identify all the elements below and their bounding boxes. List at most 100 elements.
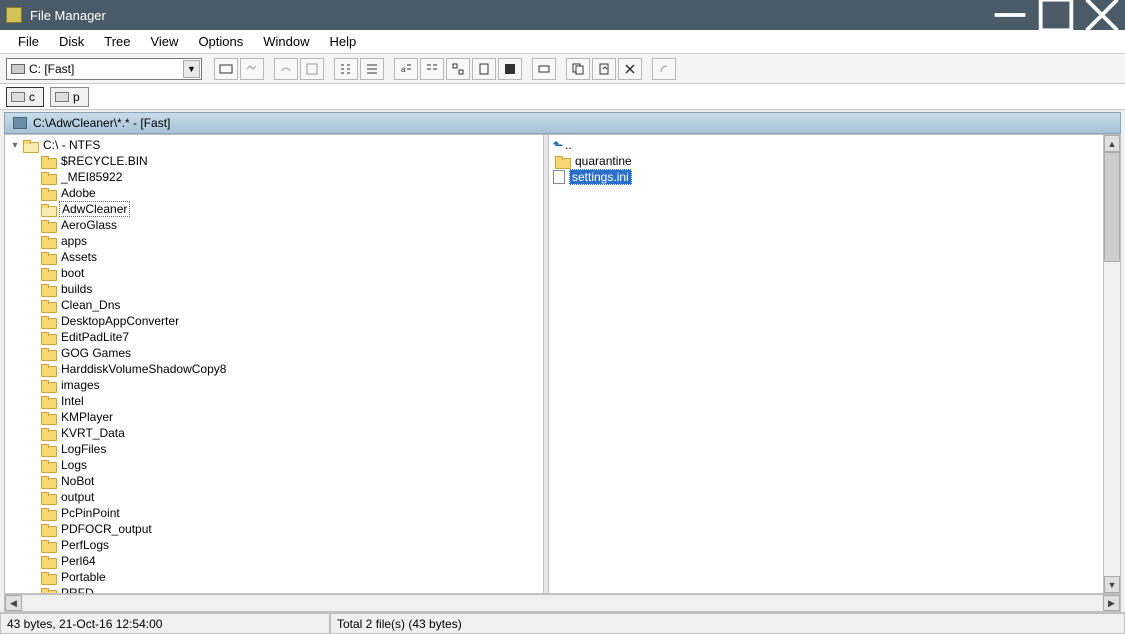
vertical-scrollbar[interactable]: ▲ ▼ <box>1103 135 1120 593</box>
tree-item[interactable]: GOG Games <box>5 345 543 361</box>
menu-disk[interactable]: Disk <box>49 32 94 51</box>
tree-item[interactable]: boot <box>5 265 543 281</box>
toolbar-btn-7[interactable]: a <box>394 58 418 80</box>
tree-item[interactable]: Portable <box>5 569 543 585</box>
drive-tab-p[interactable]: p <box>50 87 89 107</box>
updir-icon: ⬑ <box>553 138 563 152</box>
menu-view[interactable]: View <box>140 32 188 51</box>
drive-tab-c[interactable]: c <box>6 87 44 107</box>
folder-icon <box>41 492 55 503</box>
tree-item[interactable]: KVRT_Data <box>5 425 543 441</box>
folder-icon <box>41 252 55 263</box>
maximize-button[interactable] <box>1033 0 1079 30</box>
toolbar-btn-1[interactable] <box>214 58 238 80</box>
scroll-up-icon[interactable]: ▲ <box>1104 135 1120 152</box>
close-button[interactable] <box>1079 0 1125 30</box>
menu-tree[interactable]: Tree <box>94 32 140 51</box>
tree-item[interactable]: LogFiles <box>5 441 543 457</box>
tree-item[interactable]: output <box>5 489 543 505</box>
menu-window[interactable]: Window <box>253 32 319 51</box>
tree-item[interactable]: apps <box>5 233 543 249</box>
toolbar-btn-8[interactable] <box>420 58 444 80</box>
toolbar: C: [Fast] ▼ a <box>0 54 1125 84</box>
tree-item[interactable]: Intel <box>5 393 543 409</box>
toolbar-btn-3[interactable] <box>274 58 298 80</box>
tree-item[interactable]: Perl64 <box>5 553 543 569</box>
toolbar-btn-11[interactable] <box>498 58 522 80</box>
list-item-label: settings.ini <box>569 169 632 185</box>
tree-item[interactable]: KMPlayer <box>5 409 543 425</box>
tree-item-label: Intel <box>59 394 86 408</box>
toolbar-btn-10[interactable] <box>472 58 496 80</box>
tree-item-label: DesktopAppConverter <box>59 314 181 328</box>
toolbar-btn-9[interactable] <box>446 58 470 80</box>
folder-icon <box>41 588 55 594</box>
tree-pane[interactable]: ▾C:\ - NTFS$RECYCLE.BIN_MEI85922AdobeAdw… <box>5 135 543 593</box>
menu-file[interactable]: File <box>8 32 49 51</box>
toolbar-btn-4[interactable] <box>300 58 324 80</box>
toolbar-btn-5[interactable] <box>334 58 358 80</box>
tree-item[interactable]: AeroGlass <box>5 217 543 233</box>
tree-item[interactable]: Adobe <box>5 185 543 201</box>
tree-item-label: builds <box>59 282 94 296</box>
window-title: File Manager <box>30 8 987 23</box>
toolbar-delete-button[interactable] <box>618 58 642 80</box>
tree-item[interactable]: PDFOCR_output <box>5 521 543 537</box>
folder-icon <box>41 300 55 311</box>
toolbar-btn-2[interactable] <box>240 58 264 80</box>
drive-tab-label: c <box>29 90 35 104</box>
tree-item[interactable]: builds <box>5 281 543 297</box>
tree-item[interactable]: Assets <box>5 249 543 265</box>
path-bar-icon <box>13 117 27 129</box>
folder-icon <box>41 396 55 407</box>
toolbar-move-button[interactable] <box>592 58 616 80</box>
list-folder[interactable]: quarantine <box>553 153 1099 169</box>
tree-item[interactable]: NoBot <box>5 473 543 489</box>
tree-item[interactable]: PcPinPoint <box>5 505 543 521</box>
minimize-button[interactable] <box>987 0 1033 30</box>
toolbar-copy-button[interactable] <box>566 58 590 80</box>
main-panes: ▾C:\ - NTFS$RECYCLE.BIN_MEI85922AdobeAdw… <box>4 134 1121 594</box>
tree-item-label: Adobe <box>59 186 98 200</box>
combo-arrow-icon[interactable]: ▼ <box>183 60 200 78</box>
tree-root[interactable]: ▾C:\ - NTFS <box>5 137 543 153</box>
scroll-thumb[interactable] <box>1104 152 1120 262</box>
folder-icon <box>41 220 55 231</box>
horizontal-scrollbar[interactable]: ◀ ▶ <box>4 594 1121 612</box>
tree-item[interactable]: HarddiskVolumeShadowCopy8 <box>5 361 543 377</box>
tree-item[interactable]: images <box>5 377 543 393</box>
list-pane[interactable]: ⬑..quarantinesettings.ini <box>549 135 1103 593</box>
tree-item[interactable]: $RECYCLE.BIN <box>5 153 543 169</box>
scroll-down-icon[interactable]: ▼ <box>1104 576 1120 593</box>
toolbar-btn-12[interactable] <box>532 58 556 80</box>
tree-item[interactable]: AdwCleaner <box>5 201 543 217</box>
list-updir[interactable]: ⬑.. <box>553 137 1099 153</box>
folder-icon <box>41 476 55 487</box>
toolbar-btn-6[interactable] <box>360 58 384 80</box>
tree-item-label: HarddiskVolumeShadowCopy8 <box>59 362 228 376</box>
tree-item[interactable]: PerfLogs <box>5 537 543 553</box>
drive-combo[interactable]: C: [Fast] ▼ <box>6 58 202 80</box>
folder-icon <box>41 316 55 327</box>
scroll-right-icon[interactable]: ▶ <box>1103 595 1120 611</box>
path-bar[interactable]: C:\AdwCleaner\*.* - [Fast] <box>4 112 1121 134</box>
folder-icon <box>41 540 55 551</box>
svg-text:a: a <box>401 65 406 74</box>
tree-item[interactable]: _MEI85922 <box>5 169 543 185</box>
tree-item[interactable]: Logs <box>5 457 543 473</box>
titlebar: File Manager <box>0 0 1125 30</box>
tree-item-label: images <box>59 378 102 392</box>
tree-item-label: AeroGlass <box>59 218 119 232</box>
menu-help[interactable]: Help <box>320 32 367 51</box>
tree-item-label: apps <box>59 234 89 248</box>
tree-item[interactable]: Clean_Dns <box>5 297 543 313</box>
tree-item[interactable]: EditPadLite7 <box>5 329 543 345</box>
tree-item[interactable]: PRFD <box>5 585 543 593</box>
toolbar-btn-last[interactable] <box>652 58 676 80</box>
status-left: 43 bytes, 21-Oct-16 12:54:00 <box>0 613 330 634</box>
collapse-icon[interactable]: ▾ <box>9 140 21 151</box>
list-file[interactable]: settings.ini <box>553 169 1099 185</box>
tree-item[interactable]: DesktopAppConverter <box>5 313 543 329</box>
scroll-left-icon[interactable]: ◀ <box>5 595 22 611</box>
menu-options[interactable]: Options <box>188 32 253 51</box>
